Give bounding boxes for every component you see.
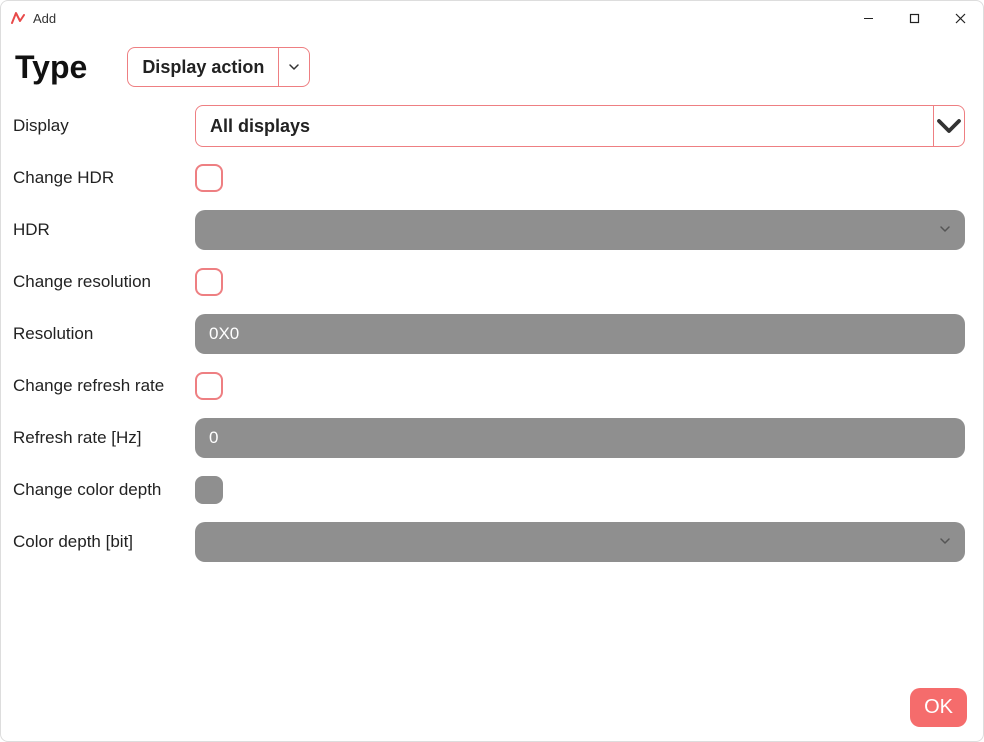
change-hdr-label: Change HDR	[13, 168, 195, 188]
content: Type Display action Display All displays	[1, 35, 983, 741]
type-row: Type Display action	[13, 47, 965, 87]
display-combo-value: All displays	[196, 106, 934, 146]
change-colordepth-label: Change color depth	[13, 480, 195, 500]
window-controls	[845, 1, 983, 35]
maximize-button[interactable]	[891, 1, 937, 35]
change-colordepth-checkbox-disabled	[195, 476, 223, 504]
type-label: Type	[15, 49, 87, 86]
change-refresh-row: Change refresh rate	[13, 365, 965, 407]
resolution-select-disabled: 0X0	[195, 314, 965, 354]
type-combo-value: Display action	[128, 48, 279, 86]
refresh-value: 0	[209, 428, 218, 448]
colordepth-row: Color depth [bit]	[13, 521, 965, 563]
refresh-label: Refresh rate [Hz]	[13, 428, 195, 448]
change-colordepth-row: Change color depth	[13, 469, 965, 511]
add-dialog: Add Type Display action Displa	[0, 0, 984, 742]
window-title: Add	[33, 11, 56, 26]
change-hdr-row: Change HDR	[13, 157, 965, 199]
ok-button[interactable]: OK	[910, 688, 967, 727]
colordepth-label: Color depth [bit]	[13, 532, 195, 552]
app-icon	[11, 10, 27, 26]
refresh-input-disabled: 0	[195, 418, 965, 458]
change-hdr-checkbox[interactable]	[195, 164, 223, 192]
chevron-down-icon	[934, 111, 964, 141]
change-resolution-checkbox[interactable]	[195, 268, 223, 296]
minimize-button[interactable]	[845, 1, 891, 35]
type-combo[interactable]: Display action	[127, 47, 310, 87]
close-button[interactable]	[937, 1, 983, 35]
refresh-row: Refresh rate [Hz] 0	[13, 417, 965, 459]
colordepth-select-disabled	[195, 522, 965, 562]
change-resolution-label: Change resolution	[13, 272, 195, 292]
display-row: Display All displays	[13, 105, 965, 147]
display-combo-dropdown[interactable]	[934, 106, 964, 146]
hdr-select-disabled	[195, 210, 965, 250]
change-resolution-row: Change resolution	[13, 261, 965, 303]
titlebar-left: Add	[11, 10, 56, 26]
display-combo[interactable]: All displays	[195, 105, 965, 147]
chevron-down-icon	[288, 61, 300, 73]
chevron-down-icon	[939, 220, 951, 240]
hdr-row: HDR	[13, 209, 965, 251]
resolution-value: 0X0	[209, 324, 239, 344]
type-combo-dropdown[interactable]	[279, 48, 309, 86]
resolution-label: Resolution	[13, 324, 195, 344]
change-refresh-checkbox[interactable]	[195, 372, 223, 400]
change-refresh-label: Change refresh rate	[13, 376, 195, 396]
chevron-down-icon	[939, 532, 951, 552]
hdr-label: HDR	[13, 220, 195, 240]
resolution-row: Resolution 0X0	[13, 313, 965, 355]
display-label: Display	[13, 116, 195, 136]
titlebar: Add	[1, 1, 983, 35]
